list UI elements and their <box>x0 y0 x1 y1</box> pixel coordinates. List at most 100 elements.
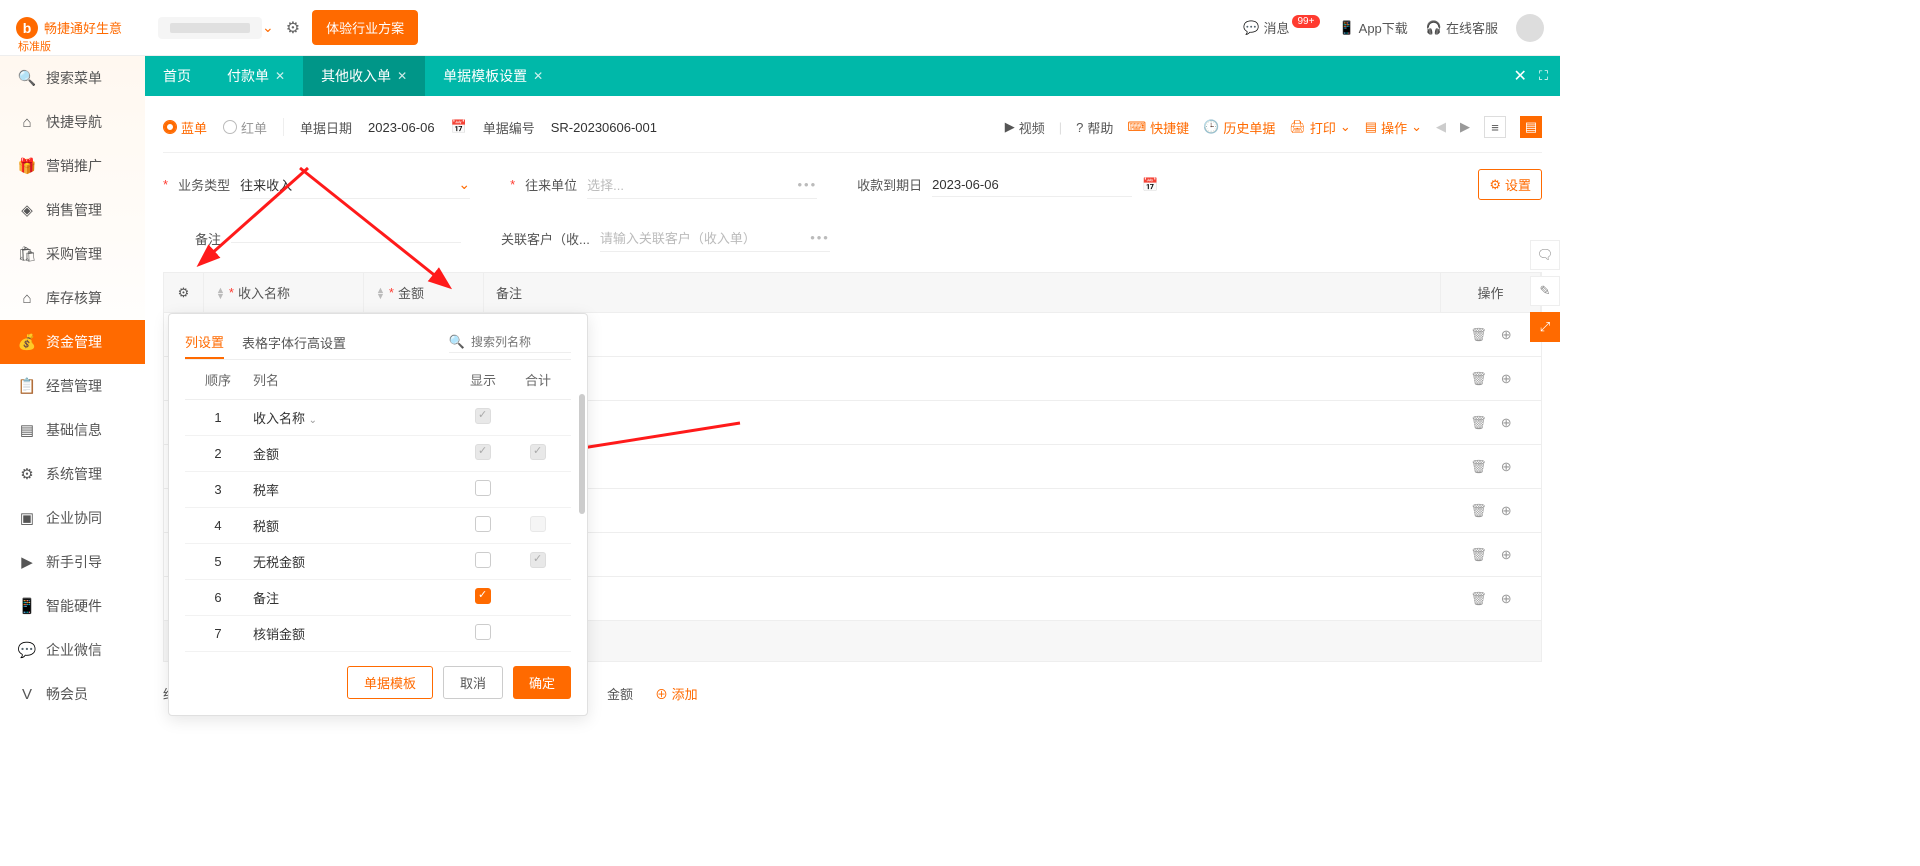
avatar[interactable] <box>1516 14 1544 42</box>
copy-icon[interactable]: ⊕ <box>1501 547 1512 563</box>
close-all-icon[interactable]: ✕ <box>1513 66 1526 86</box>
float-expand-icon[interactable]: ⤢ <box>1530 312 1560 342</box>
view-card-icon[interactable]: ▤ <box>1520 116 1542 138</box>
delete-icon[interactable]: 🗑 <box>1470 547 1487 563</box>
sum-checkbox[interactable] <box>530 552 546 568</box>
doc-date-value[interactable]: 2023-06-06 <box>368 120 435 135</box>
gear-column-icon[interactable]: ⚙ <box>164 273 204 312</box>
help-action[interactable]: ? 帮助 <box>1076 118 1113 137</box>
tab[interactable]: 付款单✕ <box>209 56 303 96</box>
red-radio[interactable]: 红单 <box>223 118 267 137</box>
remark-input[interactable] <box>231 234 461 243</box>
copy-icon[interactable]: ⊕ <box>1501 371 1512 387</box>
close-icon[interactable]: ✕ <box>397 69 407 83</box>
show-checkbox[interactable] <box>475 552 491 568</box>
column-amount[interactable]: ▲▼ *金额 <box>364 273 484 312</box>
show-checkbox[interactable] <box>475 444 491 460</box>
calendar-icon[interactable]: 📅 <box>1142 177 1158 193</box>
popover-scrollbar[interactable] <box>579 394 585 514</box>
show-checkbox[interactable] <box>475 480 491 496</box>
sidebar-item-label: 企业微信 <box>46 640 102 660</box>
copy-icon[interactable]: ⊕ <box>1501 327 1512 343</box>
delete-icon[interactable]: 🗑 <box>1470 591 1487 607</box>
delete-icon[interactable]: 🗑 <box>1470 459 1487 475</box>
column-search[interactable]: 🔍 <box>449 332 571 353</box>
tab[interactable]: 其他收入单✕ <box>303 56 425 96</box>
show-checkbox[interactable] <box>475 624 491 640</box>
experience-button[interactable]: 体验行业方案 <box>312 10 418 45</box>
sidebar-item[interactable]: 💬企业微信 <box>0 628 145 672</box>
column-income[interactable]: ▲▼ *收入名称 <box>204 273 364 312</box>
print-action[interactable]: 🖨 打印 ⌄ <box>1289 118 1350 137</box>
fullscreen-icon[interactable]: ⛶ <box>1539 68 1548 84</box>
sidebar-item[interactable]: ▶新手引导 <box>0 540 145 584</box>
sum-checkbox[interactable] <box>530 444 546 460</box>
tab[interactable]: 首页 <box>145 56 209 96</box>
column-search-input[interactable] <box>471 335 571 349</box>
add-button[interactable]: ⊕ 添加 <box>655 684 698 703</box>
cancel-button[interactable]: 取消 <box>443 666 503 699</box>
float-message-icon[interactable]: 🗨 <box>1530 240 1560 270</box>
tab-bar: 首页付款单✕其他收入单✕单据模板设置✕ ✕ ⛶ <box>145 56 1560 96</box>
row-ops: 🗑⊕ <box>1441 533 1541 576</box>
sidebar-item[interactable]: 🎁营销推广 <box>0 144 145 188</box>
history-action[interactable]: 🕒 历史单据 <box>1203 118 1275 137</box>
next-icon[interactable]: ▶ <box>1460 119 1470 135</box>
operate-action[interactable]: ▤ 操作 ⌄ <box>1365 118 1422 137</box>
copy-icon[interactable]: ⊕ <box>1501 415 1512 431</box>
sidebar-item[interactable]: ⌂快捷导航 <box>0 100 145 144</box>
chevron-down-icon[interactable]: ⌄ <box>262 19 274 36</box>
close-icon[interactable]: ✕ <box>275 69 285 83</box>
col-order: 5 <box>193 554 243 569</box>
show-checkbox[interactable] <box>475 516 491 532</box>
sidebar-item-label: 智能硬件 <box>46 596 102 616</box>
sidebar-item[interactable]: V畅会员 <box>0 672 145 716</box>
delete-icon[interactable]: 🗑 <box>1470 327 1487 343</box>
delete-icon[interactable]: 🗑 <box>1470 371 1487 387</box>
float-edit-icon[interactable]: ✎ <box>1530 276 1560 306</box>
prev-icon[interactable]: ◀ <box>1436 119 1446 135</box>
sidebar-item[interactable]: 💰资金管理 <box>0 320 145 364</box>
company-selector[interactable] <box>158 17 262 39</box>
sidebar-item[interactable]: 📋经营管理 <box>0 364 145 408</box>
sum-checkbox[interactable] <box>530 516 546 532</box>
sidebar-item-label: 基础信息 <box>46 420 102 440</box>
tab-font-settings[interactable]: 表格字体行高设置 <box>242 327 346 358</box>
view-list-icon[interactable]: ≡ <box>1484 116 1506 138</box>
copy-icon[interactable]: ⊕ <box>1501 591 1512 607</box>
biz-type-select[interactable]: 往来收入 ⌄ <box>240 171 470 199</box>
sidebar-item[interactable]: ⚙系统管理 <box>0 452 145 496</box>
confirm-button[interactable]: 确定 <box>513 666 571 699</box>
tab-column-settings[interactable]: 列设置 <box>185 326 224 359</box>
column-config-row: 1 收入名称 ⌄ <box>185 400 571 436</box>
copy-icon[interactable]: ⊕ <box>1501 459 1512 475</box>
sidebar-item[interactable]: ▣企业协同 <box>0 496 145 540</box>
app-download-link[interactable]: 📱 App下载 <box>1338 18 1407 37</box>
message-link[interactable]: 💬 消息 99+ <box>1243 18 1320 37</box>
chevron-down-icon[interactable]: ⌄ <box>309 415 317 426</box>
tab[interactable]: 单据模板设置✕ <box>425 56 561 96</box>
copy-icon[interactable]: ⊕ <box>1501 503 1512 519</box>
template-button[interactable]: 单据模板 <box>347 666 433 699</box>
video-action[interactable]: ▶ 视频 <box>1005 118 1045 137</box>
calendar-icon[interactable]: 📅 <box>451 119 467 135</box>
show-checkbox[interactable] <box>475 588 491 604</box>
close-icon[interactable]: ✕ <box>533 69 543 83</box>
settings-icon[interactable]: ⚙ <box>286 18 300 38</box>
sidebar-item[interactable]: 📱智能硬件 <box>0 584 145 628</box>
delete-icon[interactable]: 🗑 <box>1470 415 1487 431</box>
sidebar-item[interactable]: ▤基础信息 <box>0 408 145 452</box>
sidebar-item[interactable]: ⌂库存核算 <box>0 276 145 320</box>
unit-select[interactable]: 选择... ••• <box>587 171 817 199</box>
online-service-link[interactable]: 🎧 在线客服 <box>1426 18 1498 37</box>
customer-input[interactable]: 请输入关联客户（收入单） ••• <box>600 224 830 252</box>
settings-button[interactable]: ⚙ 设置 <box>1478 169 1542 200</box>
shortcut-action[interactable]: ⌨ 快捷键 <box>1127 118 1189 137</box>
blue-radio[interactable]: 蓝单 <box>163 118 207 137</box>
sidebar-item[interactable]: 🔍搜索菜单 <box>0 56 145 100</box>
sidebar-item[interactable]: ◈销售管理 <box>0 188 145 232</box>
due-date-input[interactable]: 2023-06-06 <box>932 173 1132 197</box>
show-checkbox[interactable] <box>475 408 491 424</box>
sidebar-item[interactable]: 🛍采购管理 <box>0 232 145 276</box>
delete-icon[interactable]: 🗑 <box>1470 503 1487 519</box>
